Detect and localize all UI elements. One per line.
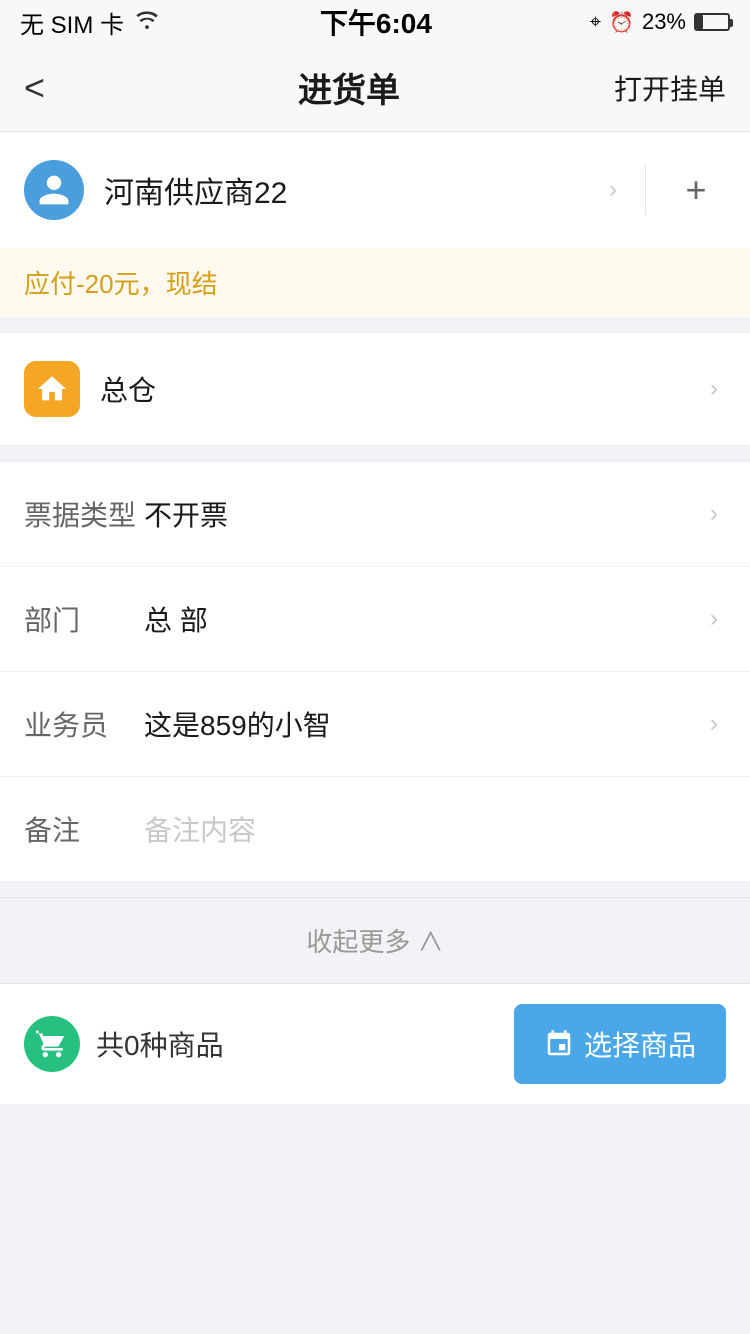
supplier-chevron-icon: › xyxy=(609,176,617,204)
status-right: ⌖ ⏰ 23% xyxy=(590,9,730,35)
warehouse-name: 总仓 xyxy=(100,369,710,409)
remark-label: 备注 xyxy=(24,809,144,849)
bottom-bar: 共0种商品 选择商品 xyxy=(0,983,750,1104)
supplier-name: 河南供应商22 xyxy=(104,168,609,212)
collapse-button[interactable]: 收起更多 ∧ xyxy=(306,927,443,957)
warehouse-section: 总仓 › xyxy=(0,333,750,446)
remark-row[interactable]: 备注 备注内容 xyxy=(0,777,750,881)
invoice-type-chevron-icon: › xyxy=(710,500,718,528)
supplier-section: 河南供应商22 › + xyxy=(0,132,750,248)
back-button[interactable]: < xyxy=(24,67,84,109)
invoice-type-row[interactable]: 票据类型 不开票 › xyxy=(0,462,750,567)
warning-banner: 应付-20元，现结 xyxy=(0,248,750,317)
supplier-row[interactable]: 河南供应商22 › + xyxy=(0,132,750,248)
open-pending-button[interactable]: 打开挂单 xyxy=(614,68,726,108)
battery-icon xyxy=(694,13,730,31)
select-product-button[interactable]: 选择商品 xyxy=(514,1004,726,1084)
carrier-label: 无 SIM 卡 xyxy=(20,5,124,40)
remark-placeholder[interactable]: 备注内容 xyxy=(144,809,726,849)
warehouse-chevron-icon: › xyxy=(710,375,718,403)
collapse-row: 收起更多 ∧ xyxy=(0,897,750,983)
status-bar: 无 SIM 卡 下午6:04 ⌖ ⏰ 23% xyxy=(0,0,750,44)
main-content: 河南供应商22 › + 应付-20元，现结 总仓 › 票据类型 不开票 › xyxy=(0,132,750,1104)
invoice-type-label: 票据类型 xyxy=(24,494,144,534)
warehouse-icon xyxy=(24,361,80,417)
department-row[interactable]: 部门 总 部 › xyxy=(0,567,750,672)
salesperson-label: 业务员 xyxy=(24,704,144,744)
status-left: 无 SIM 卡 xyxy=(20,5,162,40)
supplier-avatar xyxy=(24,160,84,220)
location-icon: ⌖ xyxy=(590,11,601,34)
department-chevron-icon: › xyxy=(710,605,718,633)
add-supplier-button[interactable]: + xyxy=(666,160,726,220)
department-label: 部门 xyxy=(24,599,144,639)
product-icon xyxy=(24,1016,80,1072)
form-section: 票据类型 不开票 › 部门 总 部 › 业务员 这是859的小智 › 备注 备注… xyxy=(0,462,750,881)
invoice-type-value: 不开票 xyxy=(144,494,710,534)
warehouse-row[interactable]: 总仓 › xyxy=(0,333,750,446)
warning-text: 应付-20元，现结 xyxy=(24,269,218,299)
battery-label: 23% xyxy=(642,9,686,35)
salesperson-value: 这是859的小智 xyxy=(144,704,710,744)
page-title: 进货单 xyxy=(298,63,400,112)
salesperson-chevron-icon: › xyxy=(710,710,718,738)
wifi-icon xyxy=(132,8,162,36)
product-count-wrap: 共0种商品 xyxy=(24,1016,224,1072)
select-product-label: 选择商品 xyxy=(584,1024,696,1064)
supplier-divider xyxy=(645,165,646,215)
nav-bar: < 进货单 打开挂单 xyxy=(0,44,750,132)
alarm-icon: ⏰ xyxy=(609,10,634,35)
time-label: 下午6:04 xyxy=(320,2,432,42)
product-count-text: 共0种商品 xyxy=(96,1024,224,1064)
department-value: 总 部 xyxy=(144,599,710,639)
salesperson-row[interactable]: 业务员 这是859的小智 › xyxy=(0,672,750,777)
